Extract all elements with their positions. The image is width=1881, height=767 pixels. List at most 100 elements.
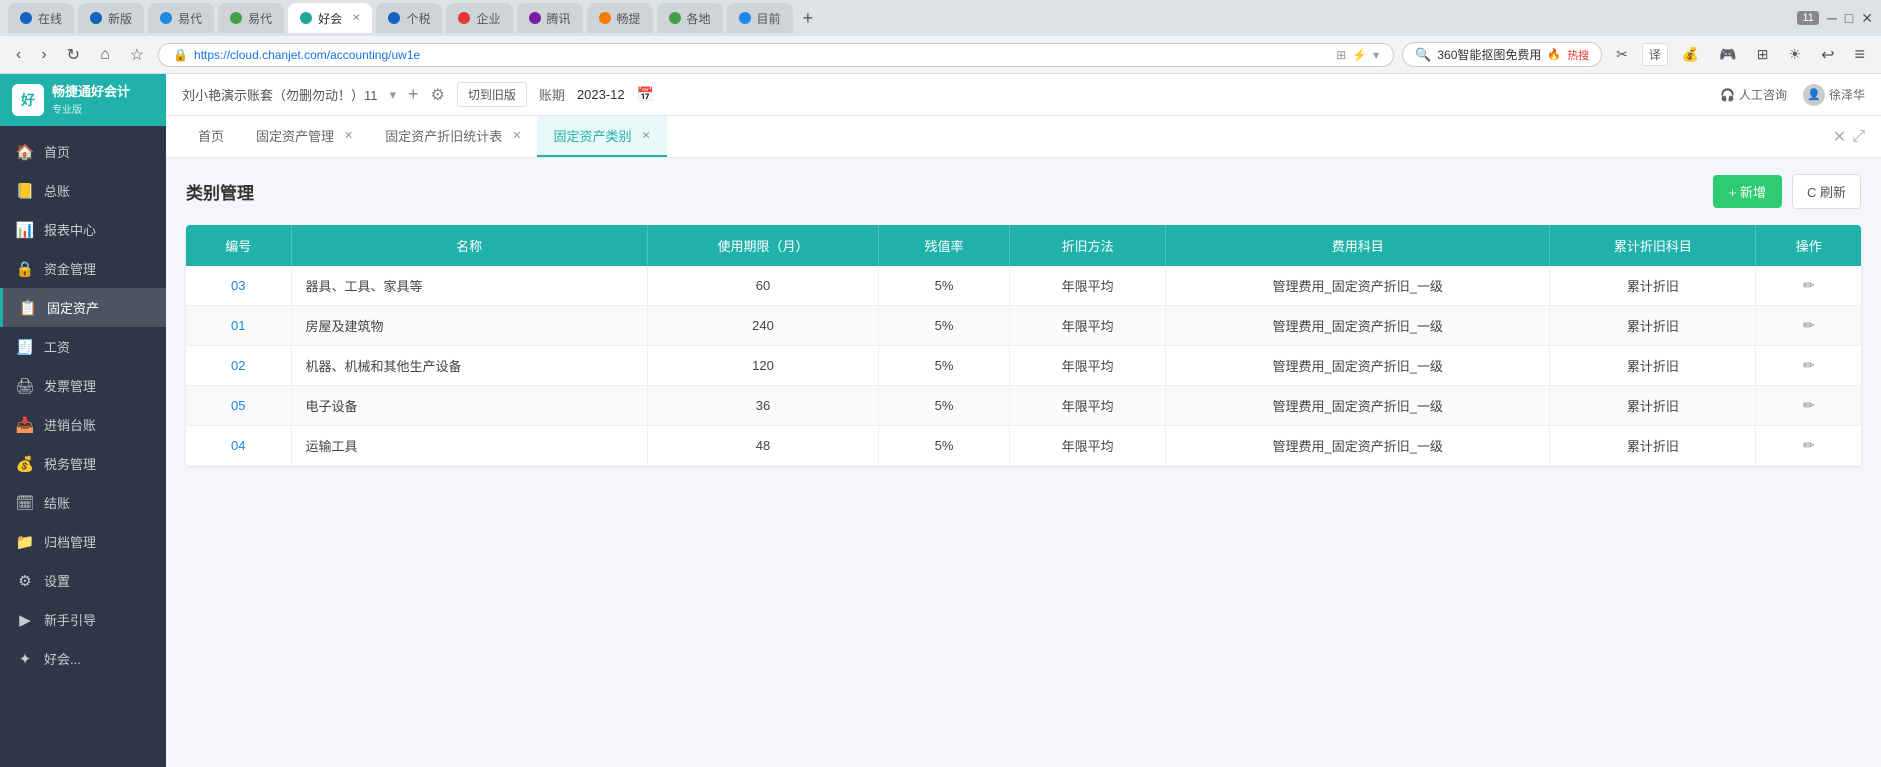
- cell-code-3[interactable]: 05: [186, 386, 291, 426]
- cell-residual-3: 5%: [879, 386, 1010, 426]
- sidebar-item-invoice[interactable]: 🖨 发票管理: [0, 366, 166, 405]
- undo-button[interactable]: ↩: [1815, 41, 1840, 69]
- edit-button-1[interactable]: ✏: [1803, 317, 1815, 334]
- cell-action-4[interactable]: ✏: [1756, 426, 1861, 466]
- tab-asset-category[interactable]: 固定资产类别 ✕: [537, 116, 666, 157]
- sidebar: 好 畅捷通好会计 专业版 🏠 首页 📒 总账 📊 报表中心 🔒 资金管理: [0, 74, 166, 767]
- sidebar-item-reports[interactable]: 📊 报表中心: [0, 210, 166, 249]
- cell-code-2[interactable]: 02: [186, 346, 291, 386]
- invoice-icon: 🖨: [16, 377, 34, 395]
- maximize-button[interactable]: □: [1845, 10, 1853, 26]
- cell-action-1[interactable]: ✏: [1756, 306, 1861, 346]
- brightness-button[interactable]: ☀: [1783, 42, 1808, 67]
- tab-asset-mgmt-label: 固定资产管理: [256, 126, 334, 145]
- tab-depreciation-table[interactable]: 固定资产折旧统计表 ✕: [369, 116, 537, 157]
- sidebar-item-settings[interactable]: ⚙ 设置: [0, 561, 166, 600]
- dropdown-icon[interactable]: ▾: [1373, 48, 1379, 62]
- cell-code-0[interactable]: 03: [186, 266, 291, 306]
- menu-button[interactable]: ≡: [1848, 40, 1871, 69]
- translate-button[interactable]: 译: [1642, 43, 1668, 66]
- user-area[interactable]: 👤 徐泽华: [1803, 84, 1865, 106]
- cell-period-2: 120: [647, 346, 878, 386]
- new-tab-button[interactable]: +: [797, 8, 820, 29]
- tab-depreciation-table-close[interactable]: ✕: [512, 129, 521, 142]
- search-text: 360智能抠图免费用: [1437, 46, 1541, 63]
- sidebar-item-fixed-assets[interactable]: 📋 固定资产: [0, 288, 166, 327]
- home-button[interactable]: ⌂: [94, 42, 116, 68]
- sidebar-item-ledger[interactable]: 📒 总账: [0, 171, 166, 210]
- tab-asset-mgmt[interactable]: 固定资产管理 ✕: [240, 116, 369, 157]
- switch-version-button[interactable]: 切到旧版: [457, 82, 527, 107]
- panel-expand-button[interactable]: ⤢: [1852, 127, 1865, 147]
- sidebar-item-more[interactable]: ✦ 好会...: [0, 639, 166, 678]
- browser-tab-6[interactable]: 个税: [376, 3, 442, 33]
- forward-button[interactable]: ›: [35, 42, 52, 68]
- sidebar-item-salary[interactable]: 🧾 工资: [0, 327, 166, 366]
- edit-button-4[interactable]: ✏: [1803, 437, 1815, 454]
- browser-tab-2[interactable]: 新版: [78, 3, 144, 33]
- sidebar-item-guide[interactable]: ▶ 新手引导: [0, 600, 166, 639]
- salary-icon: 🧾: [16, 338, 34, 356]
- sidebar-item-closing[interactable]: 🗓 结账: [0, 483, 166, 522]
- cell-period-0: 60: [647, 266, 878, 306]
- panel-close-button[interactable]: ✕: [1833, 127, 1846, 147]
- cell-action-2[interactable]: ✏: [1756, 346, 1861, 386]
- lightning-icon[interactable]: ⚡: [1352, 48, 1367, 62]
- game-button[interactable]: 🎮: [1713, 42, 1742, 67]
- cell-expense-1: 管理费用_固定资产折旧_一级: [1166, 306, 1550, 346]
- calendar-button[interactable]: 📅: [637, 86, 654, 103]
- browser-tab-10[interactable]: 各地: [657, 3, 723, 33]
- browser-tab-4[interactable]: 易代: [218, 3, 284, 33]
- edit-button-0[interactable]: ✏: [1803, 277, 1815, 294]
- browser-tab-5[interactable]: 好会 ✕: [288, 3, 372, 33]
- cell-residual-2: 5%: [879, 346, 1010, 386]
- consult-area[interactable]: 🎧 人工咨询: [1720, 86, 1787, 103]
- cell-action-3[interactable]: ✏: [1756, 386, 1861, 426]
- browser-tab-11[interactable]: 目前: [727, 3, 793, 33]
- browser-tab-8[interactable]: 腾讯: [517, 3, 583, 33]
- grid-button[interactable]: ⊞: [1751, 42, 1775, 67]
- browser-tab-3[interactable]: 易代: [148, 3, 214, 33]
- ledger-icon: 📒: [16, 182, 34, 200]
- topbar-dropdown-icon[interactable]: ▾: [390, 87, 397, 103]
- browser-tab-7[interactable]: 企业: [446, 3, 512, 33]
- add-category-button[interactable]: + 新增: [1713, 175, 1782, 208]
- sidebar-item-funds[interactable]: 🔒 资金管理: [0, 249, 166, 288]
- refresh-button[interactable]: C 刷新: [1792, 174, 1861, 209]
- col-period: 使用期限（月）: [647, 225, 878, 266]
- wallet-button[interactable]: 💰: [1676, 42, 1705, 67]
- col-name: 名称: [291, 225, 647, 266]
- edit-button-3[interactable]: ✏: [1803, 397, 1815, 414]
- sidebar-item-purchase-sale[interactable]: 📥 进销台账: [0, 405, 166, 444]
- browser-tab-1[interactable]: 在线: [8, 3, 74, 33]
- cell-code-1[interactable]: 01: [186, 306, 291, 346]
- minimize-button[interactable]: ─: [1827, 10, 1837, 26]
- tab-label-2: 新版: [108, 10, 132, 27]
- browser-tab-9[interactable]: 畅提: [587, 3, 653, 33]
- tab-asset-mgmt-close[interactable]: ✕: [344, 129, 353, 142]
- cell-action-0[interactable]: ✏: [1756, 266, 1861, 306]
- settings-top-button[interactable]: ⚙: [431, 85, 445, 105]
- close-window-button[interactable]: ✕: [1861, 10, 1873, 27]
- sidebar-item-archive[interactable]: 📁 归档管理: [0, 522, 166, 561]
- back-button[interactable]: ‹: [10, 42, 27, 68]
- reload-button[interactable]: ↻: [61, 41, 86, 69]
- edit-button-2[interactable]: ✏: [1803, 357, 1815, 374]
- closing-icon: 🗓: [16, 494, 34, 512]
- scissors-button[interactable]: ✂: [1610, 42, 1634, 67]
- bookmark-button[interactable]: ☆: [124, 41, 150, 69]
- tab-close-5[interactable]: ✕: [352, 13, 360, 24]
- cell-code-4[interactable]: 04: [186, 426, 291, 466]
- sidebar-item-home[interactable]: 🏠 首页: [0, 132, 166, 171]
- address-bar[interactable]: 🔒 https://cloud.chanjet.com/accounting/u…: [158, 43, 1394, 67]
- sidebar-item-tax[interactable]: 💰 税务管理: [0, 444, 166, 483]
- sidebar-label-more: 好会...: [44, 649, 81, 668]
- sidebar-label-reports: 报表中心: [44, 220, 96, 239]
- page-header: 类别管理 + 新增 C 刷新: [186, 174, 1861, 209]
- tab-asset-category-close[interactable]: ✕: [642, 129, 651, 142]
- tab-label-8: 腾讯: [547, 10, 571, 27]
- site-info-icon[interactable]: ⊞: [1336, 48, 1346, 62]
- tab-home[interactable]: 首页: [182, 116, 240, 157]
- add-account-button[interactable]: +: [408, 84, 419, 105]
- search-bar[interactable]: 🔍 360智能抠图免费用 🔥 热搜: [1402, 42, 1602, 67]
